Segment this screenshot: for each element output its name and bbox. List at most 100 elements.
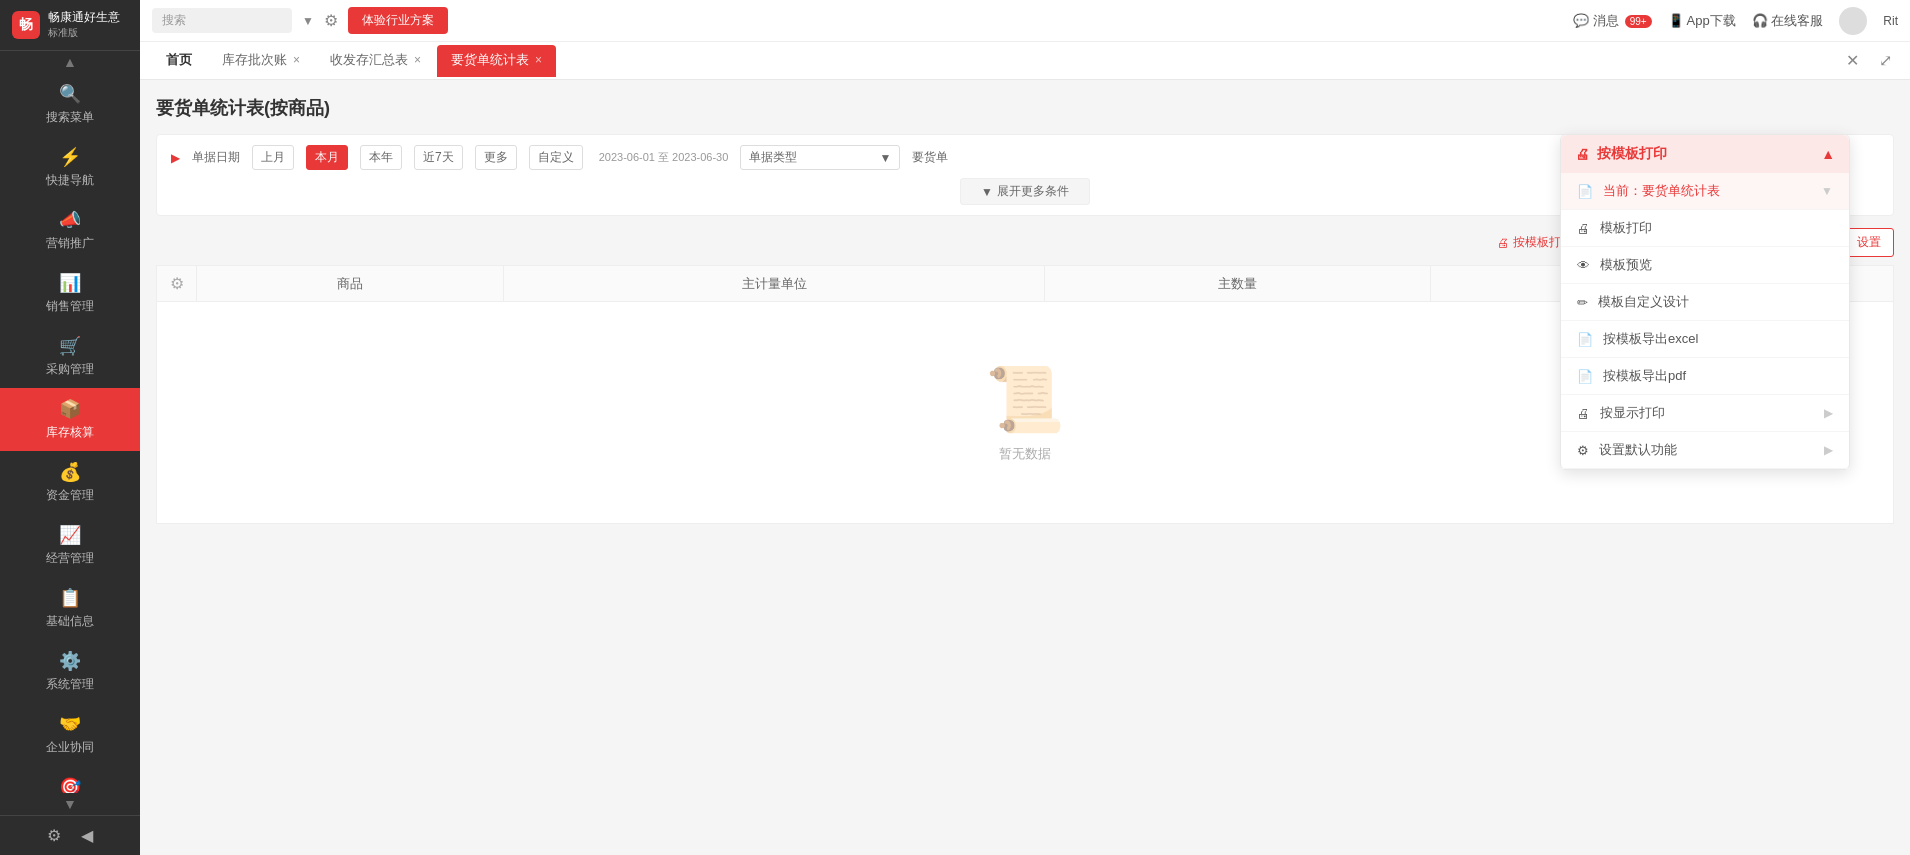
template-print-label: 模板打印 — [1600, 219, 1652, 237]
date-btn-7days[interactable]: 近7天 — [414, 145, 463, 170]
dropdown-set-default[interactable]: ⚙ 设置默认功能 ▶ — [1561, 432, 1849, 469]
set-default-label: 设置默认功能 — [1599, 441, 1814, 459]
tab-order-stats-close[interactable]: × — [535, 53, 542, 67]
date-btn-this-month[interactable]: 本月 — [306, 145, 348, 170]
dropdown-template-print[interactable]: 🖨 模板打印 — [1561, 210, 1849, 247]
type-filter-select[interactable]: 单据类型 ▼ — [740, 145, 900, 170]
topbar-right: 💬 消息 99+ 📱 App下载 🎧 在线客服 Rit — [1573, 7, 1898, 35]
date-range-display: 2023-06-01 至 2023-06-30 — [599, 150, 729, 165]
settings-footer-icon[interactable]: ⚙ — [47, 826, 61, 845]
date-btn-more[interactable]: 更多 — [475, 145, 517, 170]
export-excel-label: 按模板导出excel — [1603, 330, 1698, 348]
collab-icon: 🤝 — [59, 713, 81, 735]
tabs-right: ✕ ⤢ — [1840, 49, 1898, 72]
dropdown-template-export-excel[interactable]: 📄 按模板导出excel — [1561, 321, 1849, 358]
filter-expand-icon: ▶ — [171, 151, 180, 165]
sidebar-item-label-search: 搜索菜单 — [46, 109, 94, 126]
print-icon: 🖨 — [1497, 236, 1509, 250]
app-download-btn[interactable]: 📱 App下载 — [1668, 12, 1736, 30]
dropdown-title: 按模板打印 — [1597, 145, 1667, 163]
tab-collection-close[interactable]: × — [414, 53, 421, 67]
logo-icon: 畅 — [12, 11, 40, 39]
template-custom-icon: ✏ — [1577, 295, 1588, 310]
sidebar-item-collab[interactable]: 🤝 企业协同 — [0, 703, 140, 766]
user-avatar[interactable] — [1839, 7, 1867, 35]
dropdown-print-icon: 🖨 — [1575, 146, 1589, 162]
topbar: 搜索 ▼ ⚙ 体验行业方案 💬 消息 99+ 📱 App下载 🎧 在线客服 Ri… — [140, 0, 1910, 42]
tab-home[interactable]: 首页 — [152, 45, 206, 77]
sidebar-item-label-sales: 销售管理 — [46, 298, 94, 315]
sidebar-item-label-inventory: 库存核算 — [46, 424, 94, 441]
collapse-sidebar-icon[interactable]: ◀ — [81, 826, 93, 845]
dropdown-display-print[interactable]: 🖨 按显示打印 ▶ — [1561, 395, 1849, 432]
system-icon: ⚙️ — [59, 650, 81, 672]
dropdown-template-export-pdf[interactable]: 📄 按模板导出pdf — [1561, 358, 1849, 395]
logo-text-group: 畅康通好生意 标准版 — [48, 10, 120, 40]
sidebar-item-label-marketing: 营销推广 — [46, 235, 94, 252]
sidebar-item-marketing[interactable]: 📣 营销推广 — [0, 199, 140, 262]
tab-batch-close[interactable]: × — [293, 53, 300, 67]
sidebar: 畅 畅康通好生意 标准版 ▲ 🔍 搜索菜单 ⚡ 快捷导航 📣 营销推广 📊 销售… — [0, 0, 140, 855]
scroll-up-btn[interactable]: ▲ — [0, 51, 140, 73]
sidebar-item-guide[interactable]: 🎯 新手引导 — [0, 766, 140, 793]
display-print-icon: 🖨 — [1577, 406, 1590, 421]
sidebar-item-system[interactable]: ⚙️ 系统管理 — [0, 640, 140, 703]
topbar-dropdown-arrow[interactable]: ▼ — [302, 14, 314, 28]
sidebar-item-finance[interactable]: 💰 资金管理 — [0, 451, 140, 514]
set-default-arrow: ▶ — [1824, 443, 1833, 457]
col-unit-header: 主计量单位 — [503, 266, 1045, 302]
table-gear-icon[interactable]: ⚙ — [170, 275, 184, 292]
inventory-icon: 📦 — [59, 398, 81, 420]
topbar-gear-icon[interactable]: ⚙ — [324, 11, 338, 30]
current-template-label: 当前：要货单统计表 — [1603, 182, 1811, 200]
template-preview-label: 模板预览 — [1600, 256, 1652, 274]
sidebar-item-search[interactable]: 🔍 搜索菜单 — [0, 73, 140, 136]
dropdown-template-preview[interactable]: 👁 模板预览 — [1561, 247, 1849, 284]
export-pdf-icon: 📄 — [1577, 369, 1593, 384]
date-btn-custom[interactable]: 自定义 — [529, 145, 583, 170]
sidebar-item-purchase[interactable]: 🛒 采购管理 — [0, 325, 140, 388]
sidebar-item-label-operations: 经营管理 — [46, 550, 94, 567]
sidebar-item-sales[interactable]: 📊 销售管理 — [0, 262, 140, 325]
tab-collection-label: 收发存汇总表 — [330, 51, 408, 69]
sidebar-nav: 🔍 搜索菜单 ⚡ 快捷导航 📣 营销推广 📊 销售管理 🛒 采购管理 📦 库存核… — [0, 73, 140, 793]
filter-expand-btn[interactable]: ▶ — [171, 151, 180, 165]
messages-btn[interactable]: 💬 消息 99+ — [1573, 12, 1651, 30]
tab-close-all-btn[interactable]: ✕ — [1840, 49, 1865, 72]
topbar-search-box[interactable]: 搜索 — [152, 8, 292, 33]
sidebar-item-operations[interactable]: 📈 经营管理 — [0, 514, 140, 577]
tab-maximize-btn[interactable]: ⤢ — [1873, 49, 1898, 72]
shortcut-icon: ⚡ — [59, 146, 81, 168]
trial-btn[interactable]: 体验行业方案 — [348, 7, 448, 34]
settings-btn[interactable]: 设置 — [1844, 228, 1894, 257]
col-settings-header[interactable]: ⚙ — [157, 266, 197, 302]
sidebar-item-label-basic: 基础信息 — [46, 613, 94, 630]
operations-icon: 📈 — [59, 524, 81, 546]
set-default-icon: ⚙ — [1577, 443, 1589, 458]
empty-illustration: 📜 — [985, 362, 1065, 437]
sidebar-footer: ⚙ ◀ — [0, 815, 140, 855]
tab-collection[interactable]: 收发存汇总表 × — [316, 45, 435, 77]
empty-label: 暂无数据 — [999, 445, 1051, 463]
sidebar-item-shortcut[interactable]: ⚡ 快捷导航 — [0, 136, 140, 199]
dropdown-template-custom[interactable]: ✏ 模板自定义设计 — [1561, 284, 1849, 321]
template-preview-icon: 👁 — [1577, 258, 1590, 273]
date-btn-last-month[interactable]: 上月 — [252, 145, 294, 170]
date-filter-label: 单据日期 — [192, 149, 240, 166]
sidebar-item-inventory[interactable]: 📦 库存核算 — [0, 388, 140, 451]
tab-order-stats[interactable]: 要货单统计表 × — [437, 45, 556, 77]
dropdown-collapse-btn[interactable]: ▲ — [1821, 146, 1835, 162]
sidebar-item-basic[interactable]: 📋 基础信息 — [0, 577, 140, 640]
online-service-btn[interactable]: 🎧 在线客服 — [1752, 12, 1824, 30]
dropdown-current-item[interactable]: 📄 当前：要货单统计表 ▼ — [1561, 173, 1849, 210]
expand-more-btn[interactable]: ▼ 展开更多条件 — [960, 178, 1090, 205]
app-download-label: App下载 — [1687, 13, 1736, 28]
display-print-arrow: ▶ — [1824, 406, 1833, 420]
scroll-down-btn[interactable]: ▼ — [0, 793, 140, 815]
tab-batch[interactable]: 库存批次账 × — [208, 45, 314, 77]
current-template-icon: 📄 — [1577, 184, 1593, 199]
online-service-label: 在线客服 — [1771, 13, 1823, 28]
date-btn-this-year[interactable]: 本年 — [360, 145, 402, 170]
export-excel-icon: 📄 — [1577, 332, 1593, 347]
tab-order-stats-label: 要货单统计表 — [451, 51, 529, 69]
